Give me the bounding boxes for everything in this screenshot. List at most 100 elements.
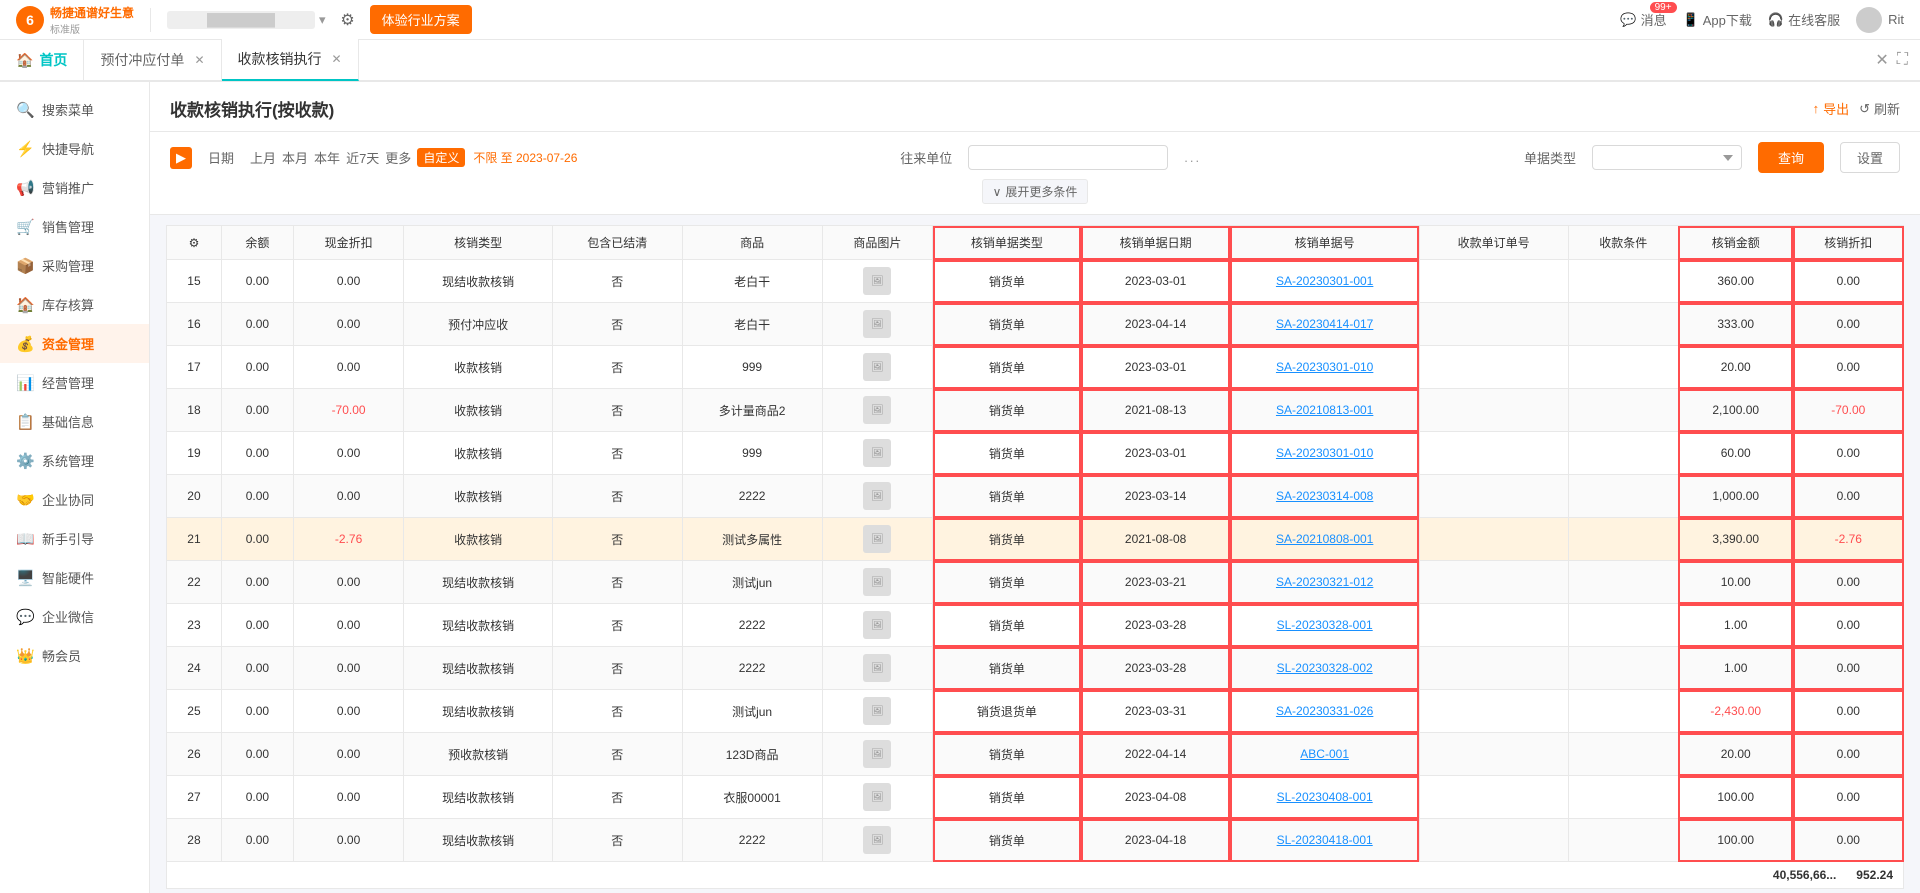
date-opt-this-month[interactable]: 本月 (282, 148, 308, 167)
cell-cash-discount: 0.00 (293, 733, 403, 776)
cell-invoice-no[interactable]: SL-20230328-002 (1230, 647, 1419, 690)
online-service-btn[interactable]: 🎧 在线客服 (1768, 10, 1840, 29)
tab-close-all-icon[interactable]: ✕ (1875, 50, 1888, 70)
filter-more-dots[interactable]: ... (1184, 150, 1201, 165)
cell-include-closed: 否 (552, 776, 682, 819)
enterprise-select[interactable]: ████████ ▾ (167, 11, 326, 29)
cell-invoice-no[interactable]: SA-20210808-001 (1230, 518, 1419, 561)
table-row: 25 0.00 0.00 现结收款核销 否 测试jun 🖼 销货退货单 2023… (167, 690, 1904, 733)
settings-btn[interactable]: 设置 (1840, 142, 1900, 173)
sidebar-item-search[interactable]: 🔍 搜索菜单 (0, 90, 149, 129)
tab-receipt-close[interactable]: ✕ (332, 52, 342, 66)
sidebar-item-member[interactable]: 👑 畅会员 (0, 636, 149, 675)
sidebar-item-quicknav[interactable]: ⚡ 快捷导航 (0, 129, 149, 168)
cell-invoice-no[interactable]: SL-20230418-001 (1230, 819, 1419, 862)
cell-invoice-no[interactable]: SA-20230301-010 (1230, 432, 1419, 475)
date-opt-7days[interactable]: 近7天 (346, 148, 379, 167)
cell-writeoff-type: 收款核销 (404, 389, 553, 432)
sidebar-item-basic[interactable]: 📋 基础信息 (0, 402, 149, 441)
query-btn[interactable]: 查询 (1758, 142, 1824, 173)
sidebar-item-marketing[interactable]: 📢 营销推广 (0, 168, 149, 207)
cell-invoice-no[interactable]: SA-20230331-026 (1230, 690, 1419, 733)
sidebar-item-inventory[interactable]: 🏠 库存核算 (0, 285, 149, 324)
cell-balance: 0.00 (221, 432, 293, 475)
sidebar-item-finance[interactable]: 💰 资金管理 (0, 324, 149, 363)
expand-conditions-btn[interactable]: ∨ 展开更多条件 (982, 179, 1089, 204)
refresh-btn[interactable]: ↺ 刷新 (1859, 99, 1900, 118)
cell-writeoff-discount: -70.00 (1793, 389, 1903, 432)
industry-btn[interactable]: 体验行业方案 (370, 5, 472, 34)
tab-prepay[interactable]: 预付冲应付单 ✕ (84, 39, 221, 81)
col-payment-terms: 收款条件 (1568, 226, 1678, 260)
cell-payment-terms (1568, 260, 1678, 303)
cell-product: 123D商品 (682, 733, 822, 776)
cell-writeoff-amount: 100.00 (1678, 776, 1793, 819)
sidebar-item-purchase[interactable]: 📦 采购管理 (0, 246, 149, 285)
cell-payment-terms (1568, 776, 1678, 819)
export-btn[interactable]: ↑ 导出 (1813, 99, 1850, 118)
cell-invoice-no[interactable]: SA-20230301-010 (1230, 346, 1419, 389)
cell-receipt-order-no (1419, 389, 1568, 432)
cell-product-img: 🖼 (822, 733, 932, 776)
sidebar-item-hardware[interactable]: 🖥️ 智能硬件 (0, 558, 149, 597)
cell-invoice-date: 2023-03-28 (1081, 604, 1230, 647)
sidebar-item-system[interactable]: ⚙️ 系统管理 (0, 441, 149, 480)
table-row: 24 0.00 0.00 现结收款核销 否 2222 🖼 销货单 2023-03… (167, 647, 1904, 690)
tab-bar: 🏠 首页 预付冲应付单 ✕ 收款核销执行 ✕ ✕ ⛶ (0, 40, 1920, 82)
sidebar-item-sales[interactable]: 🛒 销售管理 (0, 207, 149, 246)
settings-icon[interactable]: ⚙ (334, 6, 362, 34)
cell-payment-terms (1568, 389, 1678, 432)
sidebar-label-search: 搜索菜单 (42, 100, 94, 119)
col-settings[interactable]: ⚙ (167, 226, 222, 260)
sidebar-item-operations[interactable]: 📊 经营管理 (0, 363, 149, 402)
date-opt-more[interactable]: 更多 (385, 148, 411, 167)
cell-seq: 16 (167, 303, 222, 346)
sidebar-item-wechat[interactable]: 💬 企业微信 (0, 597, 149, 636)
date-opt-this-year[interactable]: 本年 (314, 148, 340, 167)
col-cash-discount: 现金折扣 (293, 226, 403, 260)
cell-invoice-type: 销货单 (933, 733, 1082, 776)
date-opt-last-month[interactable]: 上月 (250, 148, 276, 167)
cell-invoice-no[interactable]: SL-20230328-001 (1230, 604, 1419, 647)
wechat-icon: 💬 (16, 608, 34, 626)
table-wrapper[interactable]: ⚙ 余额 现金折扣 核销类型 包含已结清 商品 商品图片 核销单据类型 核销单据… (150, 215, 1920, 893)
tab-fullscreen-icon[interactable]: ⛶ (1897, 51, 1908, 69)
cell-cash-discount: 0.00 (293, 776, 403, 819)
tab-receipt[interactable]: 收款核销执行 ✕ (222, 39, 359, 81)
search-icon: 🔍 (16, 101, 34, 119)
page-header: 收款核销执行(按收款) ↑ 导出 ↺ 刷新 (150, 82, 1920, 132)
col-writeoff-discount: 核销折扣 (1793, 226, 1903, 260)
cell-writeoff-discount: 0.00 (1793, 475, 1903, 518)
app-download-btn[interactable]: 📱 App下载 (1683, 10, 1752, 29)
cell-invoice-no[interactable]: SA-20230414-017 (1230, 303, 1419, 346)
cell-invoice-no[interactable]: ABC-001 (1230, 733, 1419, 776)
filter-expand-arrow[interactable]: ▶ (170, 147, 192, 169)
top-bar-right: 💬 消息 99+ 📱 App下载 🎧 在线客服 Rit (1620, 7, 1904, 33)
cell-invoice-no[interactable]: SA-20230321-012 (1230, 561, 1419, 604)
sidebar-item-guide[interactable]: 📖 新手引导 (0, 519, 149, 558)
cell-cash-discount: 0.00 (293, 819, 403, 862)
sidebar-item-enterprise[interactable]: 🤝 企业协同 (0, 480, 149, 519)
cell-invoice-no[interactable]: SA-20230301-001 (1230, 260, 1419, 303)
cell-writeoff-amount: -2,430.00 (1678, 690, 1793, 733)
cell-invoice-no[interactable]: SA-20210813-001 (1230, 389, 1419, 432)
hardware-icon: 🖥️ (16, 569, 34, 587)
counterparty-input[interactable] (968, 145, 1168, 170)
user-info[interactable]: Rit (1856, 7, 1904, 33)
tab-home[interactable]: 🏠 首页 (0, 39, 84, 81)
sidebar-label-member: 畅会员 (42, 646, 81, 665)
cell-invoice-no[interactable]: SL-20230408-001 (1230, 776, 1419, 819)
cell-invoice-no[interactable]: SA-20230314-008 (1230, 475, 1419, 518)
date-opt-custom[interactable]: 自定义 (417, 148, 465, 167)
cell-receipt-order-no (1419, 260, 1568, 303)
tab-prepay-close[interactable]: ✕ (194, 53, 204, 67)
cell-balance: 0.00 (221, 819, 293, 862)
message-btn[interactable]: 💬 消息 99+ (1620, 10, 1666, 29)
cell-invoice-type: 销货单 (933, 561, 1082, 604)
enterprise-icon: 🤝 (16, 491, 34, 509)
cell-product: 老白干 (682, 303, 822, 346)
receipt-type-select[interactable] (1592, 145, 1742, 170)
cell-cash-discount: 0.00 (293, 561, 403, 604)
cell-receipt-order-no (1419, 776, 1568, 819)
receipt-type-label: 单据类型 (1524, 148, 1576, 167)
